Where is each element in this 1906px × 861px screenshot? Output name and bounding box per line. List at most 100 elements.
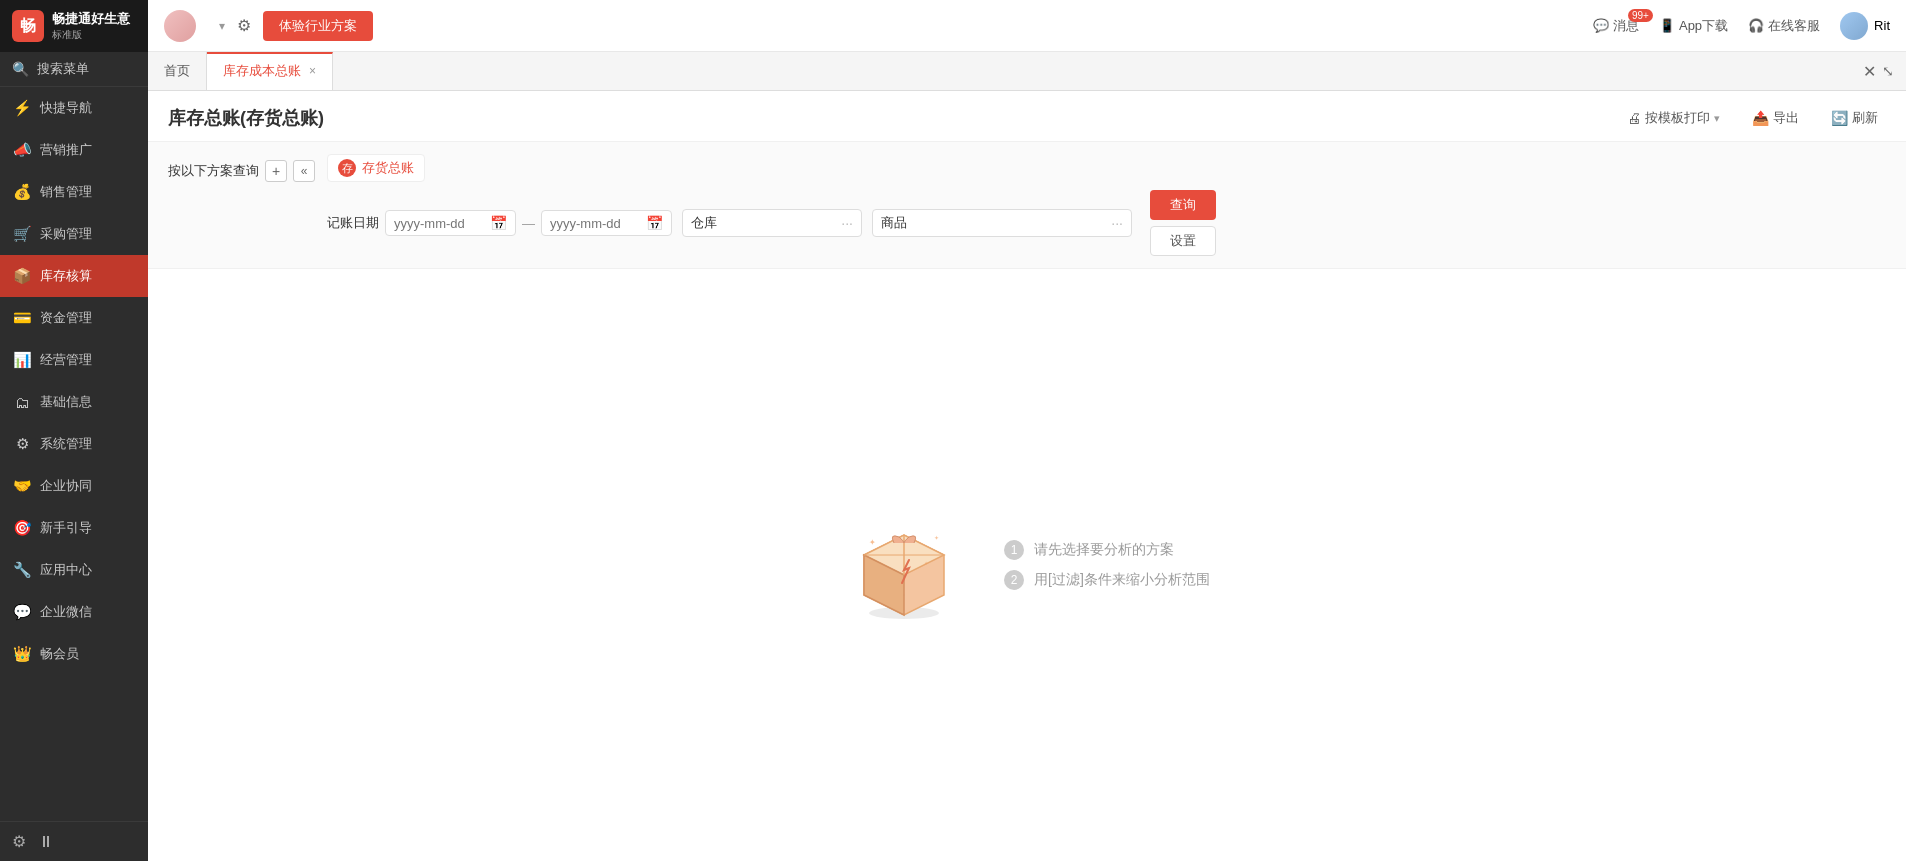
tip-number-1: 1 <box>1004 540 1024 560</box>
date-from-input-wrap[interactable]: 📅 <box>385 210 516 236</box>
date-to-input[interactable] <box>550 216 640 231</box>
empty-state: ✦ ✦ ✦ 1 请先选择要分析的方案 2 用[过滤]条件来缩小分析范围 <box>148 269 1906 861</box>
message-icon: 💬 <box>1593 18 1609 33</box>
product-filter[interactable]: 商品 ··· <box>872 209 1132 237</box>
sidebar: 畅 畅捷通好生意 标准版 🔍 搜索菜单 ⚡ 快捷导航 📣 营销推广 💰 销售管理… <box>0 0 148 861</box>
tab-inventory-ledger-label: 库存成本总账 <box>223 62 301 80</box>
tip-text-2: 用[过滤]条件来缩小分析范围 <box>1034 571 1210 589</box>
product-more-icon[interactable]: ··· <box>1111 215 1123 231</box>
tabbar: 首页 库存成本总账 × ✕ ⤡ <box>148 52 1906 91</box>
message-badge: 99+ <box>1628 9 1653 22</box>
sidebar-item-vip[interactable]: 👑 畅会员 <box>0 633 148 675</box>
system-icon: ⚙ <box>12 434 32 454</box>
page-header-actions: 🖨 按模板打印 ▾ 📤 导出 🔄 刷新 <box>1619 105 1886 131</box>
export-label: 导出 <box>1773 109 1799 127</box>
sidebar-logo: 畅 畅捷通好生意 标准版 <box>0 0 148 52</box>
filter-scheme-item[interactable]: 存 存货总账 <box>327 154 425 182</box>
panel-expand-icon[interactable]: ⤡ <box>1882 63 1894 79</box>
calendar-to-icon[interactable]: 📅 <box>646 215 663 231</box>
app-download-icon: 📱 <box>1659 18 1675 33</box>
sidebar-item-label: 销售管理 <box>40 183 92 201</box>
logo-text: 畅捷通好生意 标准版 <box>52 10 130 42</box>
main-content: ▾ ⚙ 体验行业方案 💬 消息 99+ 📱 App下载 🎧 在线客服 Rit <box>148 0 1906 861</box>
tip-number-2: 2 <box>1004 570 1024 590</box>
sidebar-item-finance[interactable]: 💳 资金管理 <box>0 297 148 339</box>
marketing-icon: 📣 <box>12 140 32 160</box>
refresh-button[interactable]: 🔄 刷新 <box>1823 105 1886 131</box>
sidebar-item-basic[interactable]: 🗂 基础信息 <box>0 381 148 423</box>
collapse-icon: « <box>301 164 308 178</box>
sidebar-item-label: 采购管理 <box>40 225 92 243</box>
sidebar-footer: ⚙ ⏸ <box>0 821 148 861</box>
page-header: 库存总账(存货总账) 🖨 按模板打印 ▾ 📤 导出 🔄 刷新 <box>148 91 1906 142</box>
operation-icon: 📊 <box>12 350 32 370</box>
trial-industry-button[interactable]: 体验行业方案 <box>263 11 373 41</box>
user-display-name: Rit <box>1874 18 1890 33</box>
filter-add-button[interactable]: + <box>265 160 287 182</box>
settings-button[interactable]: 设置 <box>1150 226 1216 256</box>
settings-footer-icon[interactable]: ⚙ <box>12 832 26 851</box>
chevron-down-icon[interactable]: ▾ <box>219 19 225 33</box>
refresh-label: 刷新 <box>1852 109 1878 127</box>
sidebar-item-label: 基础信息 <box>40 393 92 411</box>
panel-close-icon[interactable]: ✕ <box>1863 62 1876 81</box>
app-download-label: App下载 <box>1679 17 1728 35</box>
filter-area: 按以下方案查询 + « 存 存货总账 记账日期 <box>148 142 1906 269</box>
warehouse-filter[interactable]: 仓库 ··· <box>682 209 862 237</box>
message-button[interactable]: 💬 消息 99+ <box>1593 17 1639 35</box>
sidebar-item-wecom[interactable]: 💬 企业微信 <box>0 591 148 633</box>
refresh-icon: 🔄 <box>1831 110 1848 126</box>
sidebar-item-system[interactable]: ⚙ 系统管理 <box>0 423 148 465</box>
sidebar-item-label: 系统管理 <box>40 435 92 453</box>
tab-home-label: 首页 <box>164 62 190 80</box>
sidebar-search-label: 搜索菜单 <box>37 60 89 78</box>
date-filter: 记账日期 📅 — 📅 <box>327 210 672 236</box>
filter-action-buttons: 查询 设置 <box>1150 190 1216 256</box>
user-avatar-right <box>1840 12 1868 40</box>
sidebar-search[interactable]: 🔍 搜索菜单 <box>0 52 148 87</box>
headset-icon: 🎧 <box>1748 18 1764 33</box>
topbar: ▾ ⚙ 体验行业方案 💬 消息 99+ 📱 App下载 🎧 在线客服 Rit <box>148 0 1906 52</box>
sidebar-item-shortcut[interactable]: ⚡ 快捷导航 <box>0 87 148 129</box>
vip-icon: 👑 <box>12 644 32 664</box>
tab-inventory-ledger[interactable]: 库存成本总账 × <box>207 52 333 90</box>
sidebar-item-label: 快捷导航 <box>40 99 92 117</box>
date-from-input[interactable] <box>394 216 484 231</box>
sidebar-item-cooperation[interactable]: 🤝 企业协同 <box>0 465 148 507</box>
sidebar-item-label: 库存核算 <box>40 267 92 285</box>
sidebar-item-inventory[interactable]: 📦 库存核算 <box>0 255 148 297</box>
online-service-button[interactable]: 🎧 在线客服 <box>1748 17 1820 35</box>
audio-footer-icon[interactable]: ⏸ <box>38 833 54 851</box>
tab-close-icon[interactable]: × <box>309 65 316 77</box>
sidebar-item-label: 经营管理 <box>40 351 92 369</box>
sidebar-item-apps[interactable]: 🔧 应用中心 <box>0 549 148 591</box>
query-button[interactable]: 查询 <box>1150 190 1216 220</box>
empty-tips: 1 请先选择要分析的方案 2 用[过滤]条件来缩小分析范围 <box>1004 540 1210 590</box>
sidebar-item-sales[interactable]: 💰 销售管理 <box>0 171 148 213</box>
date-label: 记账日期 <box>327 214 379 232</box>
tab-home[interactable]: 首页 <box>148 52 207 90</box>
sidebar-item-label: 营销推广 <box>40 141 92 159</box>
filter-collapse-button[interactable]: « <box>293 160 315 182</box>
sidebar-item-guide[interactable]: 🎯 新手引导 <box>0 507 148 549</box>
print-label: 按模板打印 <box>1645 109 1710 127</box>
empty-illustration: ✦ ✦ ✦ <box>844 505 964 625</box>
sidebar-item-purchase[interactable]: 🛒 采购管理 <box>0 213 148 255</box>
topbar-user-right[interactable]: Rit <box>1840 12 1890 40</box>
sidebar-item-operation[interactable]: 📊 经营管理 <box>0 339 148 381</box>
warehouse-more-icon[interactable]: ··· <box>841 215 853 231</box>
sidebar-item-marketing[interactable]: 📣 营销推广 <box>0 129 148 171</box>
app-download-button[interactable]: 📱 App下载 <box>1659 17 1728 35</box>
gear-icon[interactable]: ⚙ <box>237 16 251 35</box>
basic-icon: 🗂 <box>12 392 32 412</box>
filter-label-text: 按以下方案查询 <box>168 162 259 180</box>
export-button[interactable]: 📤 导出 <box>1744 105 1807 131</box>
date-to-input-wrap[interactable]: 📅 <box>541 210 672 236</box>
sidebar-item-label: 企业微信 <box>40 603 92 621</box>
sidebar-item-label: 应用中心 <box>40 561 92 579</box>
print-template-button[interactable]: 🖨 按模板打印 ▾ <box>1619 105 1728 131</box>
svg-text:✦: ✦ <box>924 560 928 566</box>
scheme-name: 存货总账 <box>362 159 414 177</box>
topbar-user-area[interactable]: ▾ <box>164 10 225 42</box>
calendar-from-icon[interactable]: 📅 <box>490 215 507 231</box>
